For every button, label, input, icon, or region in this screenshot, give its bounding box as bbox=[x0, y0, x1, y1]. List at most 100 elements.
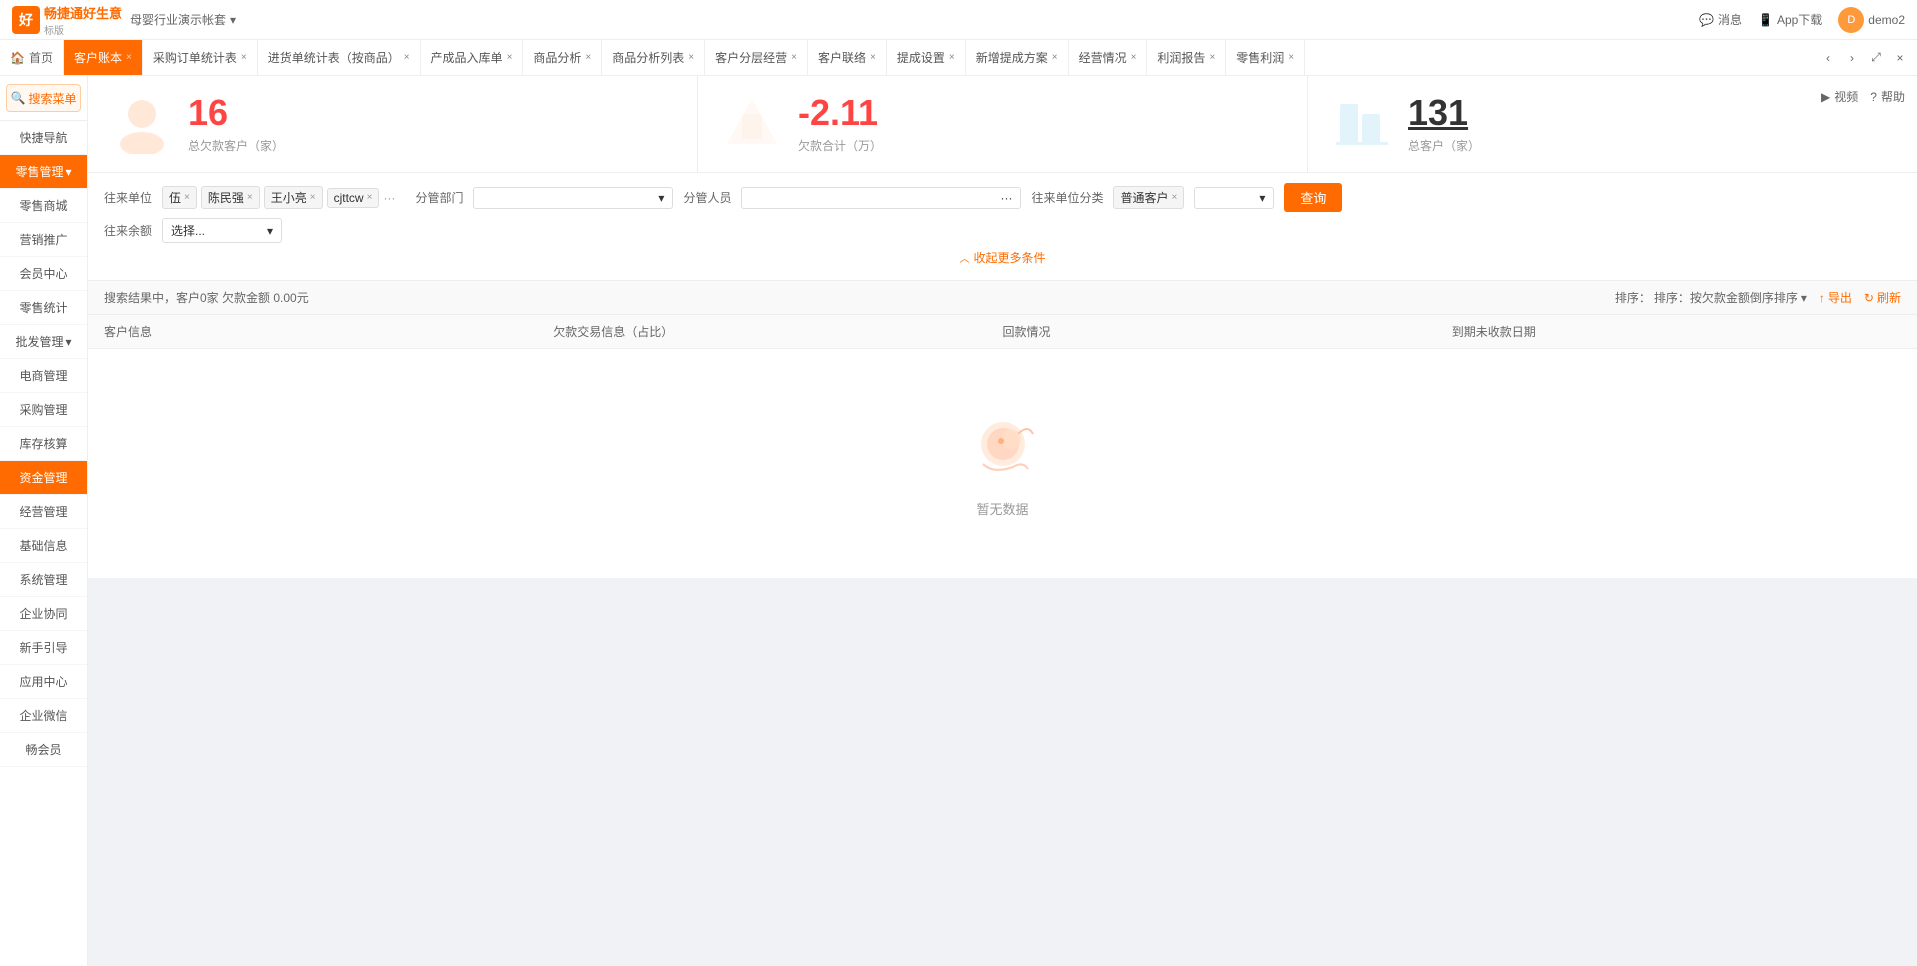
unit-class-normal-remove[interactable]: × bbox=[1172, 192, 1178, 203]
tab-next-btn[interactable]: › bbox=[1841, 47, 1863, 69]
search-menu-btn[interactable]: 🔍 搜索菜单 bbox=[6, 84, 81, 112]
tab-customer-contact[interactable]: 客户联络 × bbox=[808, 40, 887, 76]
sidebar-item-system[interactable]: 系统管理 bbox=[0, 563, 87, 597]
chevron-down-icon: ▾ bbox=[230, 13, 236, 27]
sidebar-purchase-label: 采购管理 bbox=[19, 403, 67, 417]
sidebar-item-retail-mall[interactable]: 零售商城 bbox=[0, 189, 87, 223]
tab-add-commission-close[interactable]: × bbox=[1052, 52, 1058, 63]
manager-input-icon: ··· bbox=[1000, 191, 1012, 205]
tab-purchase-close1[interactable]: × bbox=[241, 52, 247, 63]
tab-goods-list-close[interactable]: × bbox=[688, 52, 694, 63]
unit-tag-wu-remove[interactable]: × bbox=[184, 192, 190, 203]
tab-customer-ledger-close[interactable]: × bbox=[126, 52, 132, 63]
stat-debt-value: -2.11 bbox=[798, 95, 882, 131]
empty-state: 暂无数据 bbox=[963, 409, 1043, 518]
tab-customer-ledger[interactable]: 客户账本 × bbox=[64, 40, 143, 76]
sidebar-item-guide[interactable]: 新手引导 bbox=[0, 631, 87, 665]
tab-commission-close[interactable]: × bbox=[949, 52, 955, 63]
app-subtext: 标版 bbox=[44, 22, 122, 37]
sidebar-item-purchase[interactable]: 采购管理 bbox=[0, 393, 87, 427]
filter-area: 往来单位 伍 × 陈民强 × 王小亮 × cjttcw bbox=[88, 173, 1917, 281]
tab-production-inbound[interactable]: 产成品入库单 × bbox=[421, 40, 524, 76]
sidebar-item-member-vip[interactable]: 畅会员 bbox=[0, 733, 87, 767]
collapse-btn[interactable]: 收起更多条件 bbox=[104, 249, 1901, 266]
sidebar-item-ecommerce[interactable]: 电商管理 bbox=[0, 359, 87, 393]
message-action[interactable]: 💬 消息 bbox=[1699, 11, 1742, 28]
balance-select[interactable]: 选择... bbox=[162, 218, 282, 243]
video-label: 视频 bbox=[1834, 88, 1858, 105]
tab-customer-layer[interactable]: 客户分层经营 × bbox=[705, 40, 808, 76]
unit-class-select-icon: ▾ bbox=[1259, 191, 1265, 205]
sidebar-item-finance[interactable]: 资金管理 bbox=[0, 461, 87, 495]
unit-tag-cjttcw-remove[interactable]: × bbox=[367, 192, 373, 203]
tab-home[interactable]: 🏠 首页 bbox=[0, 40, 64, 76]
logo-area: 好 畅捷通好生意 标版 bbox=[12, 3, 122, 37]
col-repayment: 回款情况 bbox=[1003, 323, 1452, 340]
dept-select[interactable]: ▾ bbox=[473, 187, 673, 209]
sidebar-enterprise-label: 企业协同 bbox=[19, 607, 67, 621]
tab-production-close[interactable]: × bbox=[507, 52, 513, 63]
refresh-btn[interactable]: ↻ 刷新 bbox=[1864, 289, 1901, 306]
tab-customer-layer-label: 客户分层经营 bbox=[715, 49, 787, 66]
video-action[interactable]: ▶ 视频 bbox=[1821, 88, 1858, 105]
tab-goods-analysis-list[interactable]: 商品分析列表 × bbox=[602, 40, 705, 76]
stat-card-customers: 16 总欠款客户（家） bbox=[88, 76, 698, 172]
unit-filter-more[interactable]: ··· bbox=[383, 191, 395, 205]
tab-profit-report[interactable]: 利润报告 × bbox=[1147, 40, 1226, 76]
tab-purchase-order-stats[interactable]: 采购订单统计表 × bbox=[143, 40, 258, 76]
tab-operation-status[interactable]: 经营情况 × bbox=[1069, 40, 1148, 76]
store-selector[interactable]: 母婴行业演示帐套 ▾ bbox=[130, 11, 236, 28]
tab-goods-analysis-label: 商品分析 bbox=[533, 49, 581, 66]
tab-retail-close[interactable]: × bbox=[1288, 52, 1294, 63]
query-button[interactable]: 查询 bbox=[1284, 183, 1342, 212]
empty-icon bbox=[963, 409, 1043, 489]
sidebar-item-inventory[interactable]: 库存核算 bbox=[0, 427, 87, 461]
unit-tag-wang-remove[interactable]: × bbox=[310, 192, 316, 203]
tab-purchase-goods-stats[interactable]: 进货单统计表（按商品） × bbox=[258, 40, 421, 76]
header-right: 💬 消息 📱 App下载 D demo2 bbox=[1699, 7, 1905, 33]
stat-customers-label: 总欠款客户（家） bbox=[188, 137, 284, 154]
tab-prev-btn[interactable]: ‹ bbox=[1817, 47, 1839, 69]
unit-class-select[interactable]: ▾ bbox=[1194, 187, 1274, 209]
message-label: 消息 bbox=[1718, 11, 1742, 28]
sidebar-item-enterprise[interactable]: 企业协同 bbox=[0, 597, 87, 631]
sidebar-item-retail[interactable]: 零售管理 ▾ bbox=[0, 155, 87, 189]
unit-tag-chen-remove[interactable]: × bbox=[247, 192, 253, 203]
export-btn[interactable]: ↑ 导出 bbox=[1819, 289, 1852, 306]
tab-operation-close[interactable]: × bbox=[1131, 52, 1137, 63]
sidebar-item-wechat[interactable]: 企业微信 bbox=[0, 699, 87, 733]
chevron-icon: ▾ bbox=[65, 165, 71, 179]
sort-select[interactable]: 排序： 排序：按欠款金额倒序排序 bbox=[1615, 289, 1807, 306]
user-area[interactable]: D demo2 bbox=[1838, 7, 1905, 33]
tab-close-all-btn[interactable]: × bbox=[1889, 47, 1911, 69]
tab-commission-settings[interactable]: 提成设置 × bbox=[887, 40, 966, 76]
tab-add-commission[interactable]: 新增提成方案 × bbox=[966, 40, 1069, 76]
manager-input[interactable]: ··· bbox=[741, 187, 1021, 209]
sidebar-item-marketing[interactable]: 营销推广 bbox=[0, 223, 87, 257]
sidebar-item-quick-nav[interactable]: 快捷导航 bbox=[0, 121, 87, 155]
sidebar-guide-label: 新手引导 bbox=[19, 641, 67, 655]
sidebar-item-wholesale[interactable]: 批发管理 ▾ bbox=[0, 325, 87, 359]
stat-card-debt: -2.11 欠款合计（万） bbox=[698, 76, 1308, 172]
sidebar-item-app-center[interactable]: 应用中心 bbox=[0, 665, 87, 699]
tab-profit-close[interactable]: × bbox=[1209, 52, 1215, 63]
sidebar-wechat-label: 企业微信 bbox=[19, 709, 67, 723]
tab-retail-profit[interactable]: 零售利润 × bbox=[1226, 40, 1305, 76]
sidebar-inventory-label: 库存核算 bbox=[19, 437, 67, 451]
sidebar-item-operations[interactable]: 经营管理 bbox=[0, 495, 87, 529]
sidebar-search-area: 🔍 搜索菜单 bbox=[0, 76, 87, 121]
unit-class-label: 往来单位分类 bbox=[1031, 189, 1103, 206]
tab-expand-btn[interactable]: ⤢ bbox=[1865, 47, 1887, 69]
tab-customer-layer-close[interactable]: × bbox=[791, 52, 797, 63]
table-body: 暂无数据 bbox=[88, 349, 1917, 578]
tab-purchase-goods-close[interactable]: × bbox=[404, 52, 410, 63]
tab-contact-close[interactable]: × bbox=[870, 52, 876, 63]
sidebar-item-retail-stats[interactable]: 零售统计 bbox=[0, 291, 87, 325]
sidebar-item-basic-info[interactable]: 基础信息 bbox=[0, 529, 87, 563]
stat-card-actions: ▶ 视频 ? 帮助 bbox=[1821, 88, 1905, 105]
help-action[interactable]: ? 帮助 bbox=[1870, 88, 1905, 105]
sidebar-item-member[interactable]: 会员中心 bbox=[0, 257, 87, 291]
app-download-action[interactable]: 📱 App下载 bbox=[1758, 11, 1822, 28]
tab-goods-analysis-close[interactable]: × bbox=[585, 52, 591, 63]
tab-goods-analysis[interactable]: 商品分析 × bbox=[523, 40, 602, 76]
